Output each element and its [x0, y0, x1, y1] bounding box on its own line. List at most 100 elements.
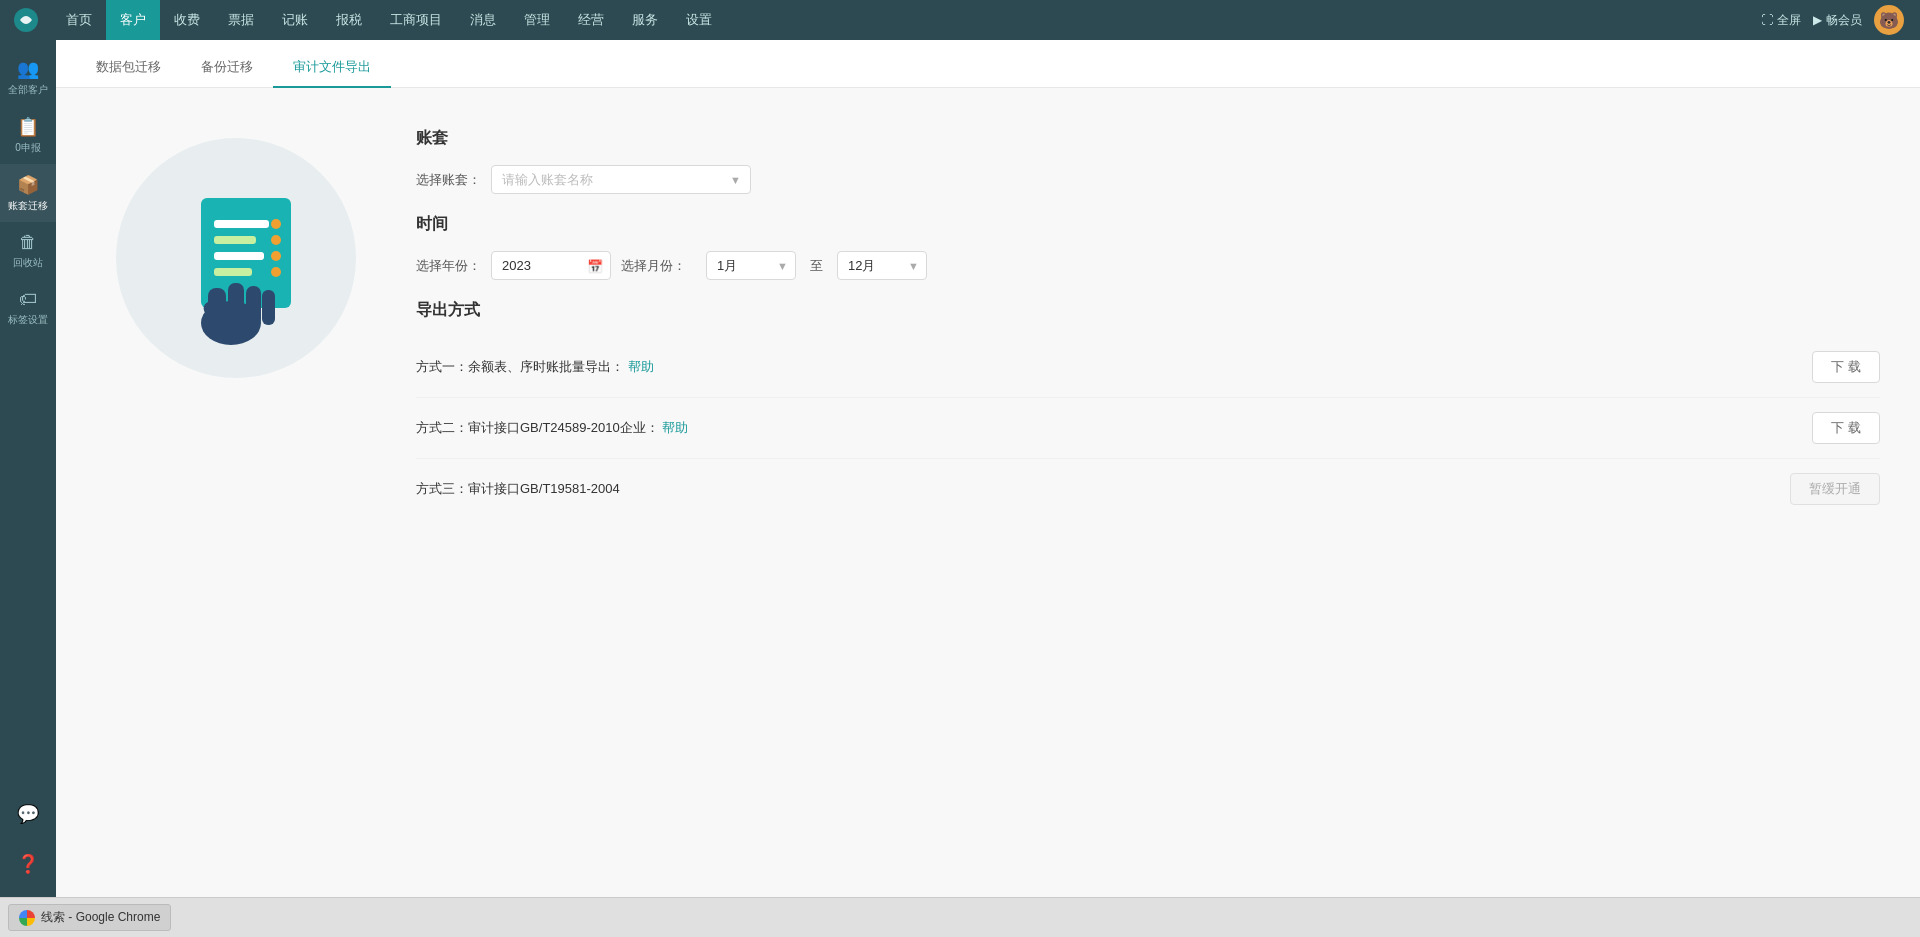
export-method-3-text: 方式三：审计接口GB/T19581-2004 [416, 480, 1778, 498]
nav-bookkeeping[interactable]: 记账 [268, 0, 322, 40]
export-method-2-text: 方式二：审计接口GB/T24589-2010企业： 帮助 [416, 419, 1800, 437]
nav-operations[interactable]: 经营 [564, 0, 618, 40]
sidebar-item-account-migration[interactable]: 📦 账套迁移 [0, 164, 56, 222]
sidebar-item-recycle[interactable]: 🗑 回收站 [0, 222, 56, 279]
nav-services[interactable]: 服务 [618, 0, 672, 40]
method-1-download-button[interactable]: 下 载 [1812, 351, 1880, 383]
to-text: 至 [806, 257, 827, 275]
taskbar-chrome-item[interactable]: 线索 - Google Chrome [8, 904, 171, 931]
app-logo[interactable] [8, 2, 44, 38]
svg-rect-12 [228, 283, 244, 328]
sidebar: 👥 全部客户 📋 0申报 📦 账套迁移 🗑 回收站 🏷 标签设置 💬 ❓ [0, 40, 56, 897]
sidebar-label-zero-declaration: 0申报 [15, 142, 41, 154]
export-method-3: 方式三：审计接口GB/T19581-2004 暂缓开通 [416, 459, 1880, 519]
sidebar-bottom: 💬 ❓ [17, 793, 39, 897]
member-label: 畅会员 [1826, 12, 1862, 29]
illustration-area [96, 118, 376, 867]
tab-backup-migration[interactable]: 备份迁移 [181, 48, 273, 88]
tabs-bar: 数据包迁移 备份迁移 审计文件导出 [56, 40, 1920, 88]
fullscreen-icon: ⛶ [1761, 13, 1773, 27]
sidebar-item-zero-declaration[interactable]: 📋 0申报 [0, 106, 56, 164]
year-input-wrapper: 📅 [491, 251, 611, 280]
method-2-help-link[interactable]: 帮助 [662, 420, 688, 435]
sidebar-label-recycle: 回收站 [13, 257, 43, 269]
illustration-circle [116, 138, 356, 378]
fullscreen-label: 全屏 [1777, 12, 1801, 29]
nav-clients[interactable]: 客户 [106, 0, 160, 40]
svg-rect-4 [214, 252, 264, 260]
tab-data-migration[interactable]: 数据包迁移 [76, 48, 181, 88]
sidebar-help[interactable]: ❓ [17, 843, 39, 885]
account-label: 选择账套： [416, 171, 481, 189]
sidebar-label-all-clients: 全部客户 [8, 84, 48, 96]
month-label: 选择月份： [621, 257, 686, 275]
sidebar-label-account-migration: 账套迁移 [8, 200, 48, 212]
svg-rect-2 [214, 220, 269, 228]
member-button[interactable]: ▶ 畅会员 [1813, 12, 1862, 29]
account-row: 选择账套： ▼ [416, 165, 1880, 194]
top-navigation: 首页 客户 收费 票据 记账 报税 工商项目 消息 管理 经营 服务 设置 ⛶ … [0, 0, 1920, 40]
taskbar: 线索 - Google Chrome [0, 897, 1920, 937]
content-area: 数据包迁移 备份迁移 审计文件导出 [56, 40, 1920, 897]
month-start-select[interactable]: 1月2月3月4月 5月6月7月8月 9月10月11月12月 [706, 251, 796, 280]
svg-point-9 [271, 267, 281, 277]
time-inputs: 📅 选择月份： 1月2月3月4月 5月6月7月8月 9月10月11月12月 ▼ … [491, 251, 927, 280]
sidebar-item-all-clients[interactable]: 👥 全部客户 [0, 48, 56, 106]
export-method-1-text: 方式一：余额表、序时账批量导出： 帮助 [416, 358, 1800, 376]
method-2-download-button[interactable]: 下 载 [1812, 412, 1880, 444]
declaration-icon: 📋 [17, 116, 39, 138]
sidebar-label-tag-settings: 标签设置 [8, 314, 48, 326]
svg-rect-3 [214, 236, 256, 244]
chrome-icon [19, 910, 35, 926]
export-method-2: 方式二：审计接口GB/T24589-2010企业： 帮助 下 载 [416, 398, 1880, 459]
svg-point-7 [271, 235, 281, 245]
illustration-svg [146, 158, 326, 358]
nav-home[interactable]: 首页 [52, 0, 106, 40]
export-method-1: 方式一：余额表、序时账批量导出： 帮助 下 载 [416, 337, 1880, 398]
year-label: 选择年份： [416, 257, 481, 275]
svg-rect-13 [246, 286, 261, 326]
nav-items: 首页 客户 收费 票据 记账 报税 工商项目 消息 管理 经营 服务 设置 [52, 0, 1761, 40]
nav-messages[interactable]: 消息 [456, 0, 510, 40]
clients-icon: 👥 [17, 58, 39, 80]
avatar[interactable]: 🐻 [1874, 5, 1904, 35]
help-icon: ❓ [17, 853, 39, 875]
method-3-coming-soon-button[interactable]: 暂缓开通 [1790, 473, 1880, 505]
nav-settings[interactable]: 设置 [672, 0, 726, 40]
svg-point-6 [271, 219, 281, 229]
method-1-label: 方式一：余额表、序时账批量导出： [416, 359, 624, 374]
video-icon: ▶ [1813, 13, 1822, 27]
year-input[interactable] [491, 251, 611, 280]
nav-tax[interactable]: 报税 [322, 0, 376, 40]
month-end-wrapper: 1月2月3月4月 5月6月7月8月 9月10月11月 12月 ▼ [837, 251, 927, 280]
tab-audit-export[interactable]: 审计文件导出 [273, 48, 391, 88]
sidebar-chat[interactable]: 💬 [17, 793, 39, 835]
fullscreen-button[interactable]: ⛶ 全屏 [1761, 12, 1801, 29]
export-section-title: 导出方式 [416, 300, 1880, 321]
time-row: 选择年份： 📅 选择月份： 1月2月3月4月 5月6月7月8月 9月10月11月… [416, 251, 1880, 280]
top-nav-right: ⛶ 全屏 ▶ 畅会员 🐻 [1761, 5, 1920, 35]
form-area: 账套 选择账套： ▼ 时间 选择年份： [376, 118, 1880, 867]
account-input[interactable] [491, 165, 751, 194]
migration-icon: 📦 [17, 174, 39, 196]
tag-icon: 🏷 [19, 289, 37, 310]
export-section-divider: 导出方式 [416, 300, 1880, 321]
chat-icon: 💬 [17, 803, 39, 825]
nav-management[interactable]: 管理 [510, 0, 564, 40]
time-section-title: 时间 [416, 214, 1880, 235]
recycle-icon: 🗑 [19, 232, 37, 253]
nav-fees[interactable]: 收费 [160, 0, 214, 40]
page-content: 账套 选择账套： ▼ 时间 选择年份： [56, 88, 1920, 897]
month-end-select[interactable]: 1月2月3月4月 5月6月7月8月 9月10月11月 12月 [837, 251, 927, 280]
sidebar-item-tag-settings[interactable]: 🏷 标签设置 [0, 279, 56, 336]
nav-invoices[interactable]: 票据 [214, 0, 268, 40]
account-section-title: 账套 [416, 128, 1880, 149]
nav-business[interactable]: 工商项目 [376, 0, 456, 40]
method-3-label: 方式三：审计接口GB/T19581-2004 [416, 481, 620, 496]
method-1-help-link[interactable]: 帮助 [628, 359, 654, 374]
account-select-wrapper: ▼ [491, 165, 751, 194]
method-2-label: 方式二：审计接口GB/T24589-2010企业： [416, 420, 659, 435]
svg-point-8 [271, 251, 281, 261]
time-section-divider: 时间 [416, 214, 1880, 235]
month-start-wrapper: 1月2月3月4月 5月6月7月8月 9月10月11月12月 ▼ [706, 251, 796, 280]
